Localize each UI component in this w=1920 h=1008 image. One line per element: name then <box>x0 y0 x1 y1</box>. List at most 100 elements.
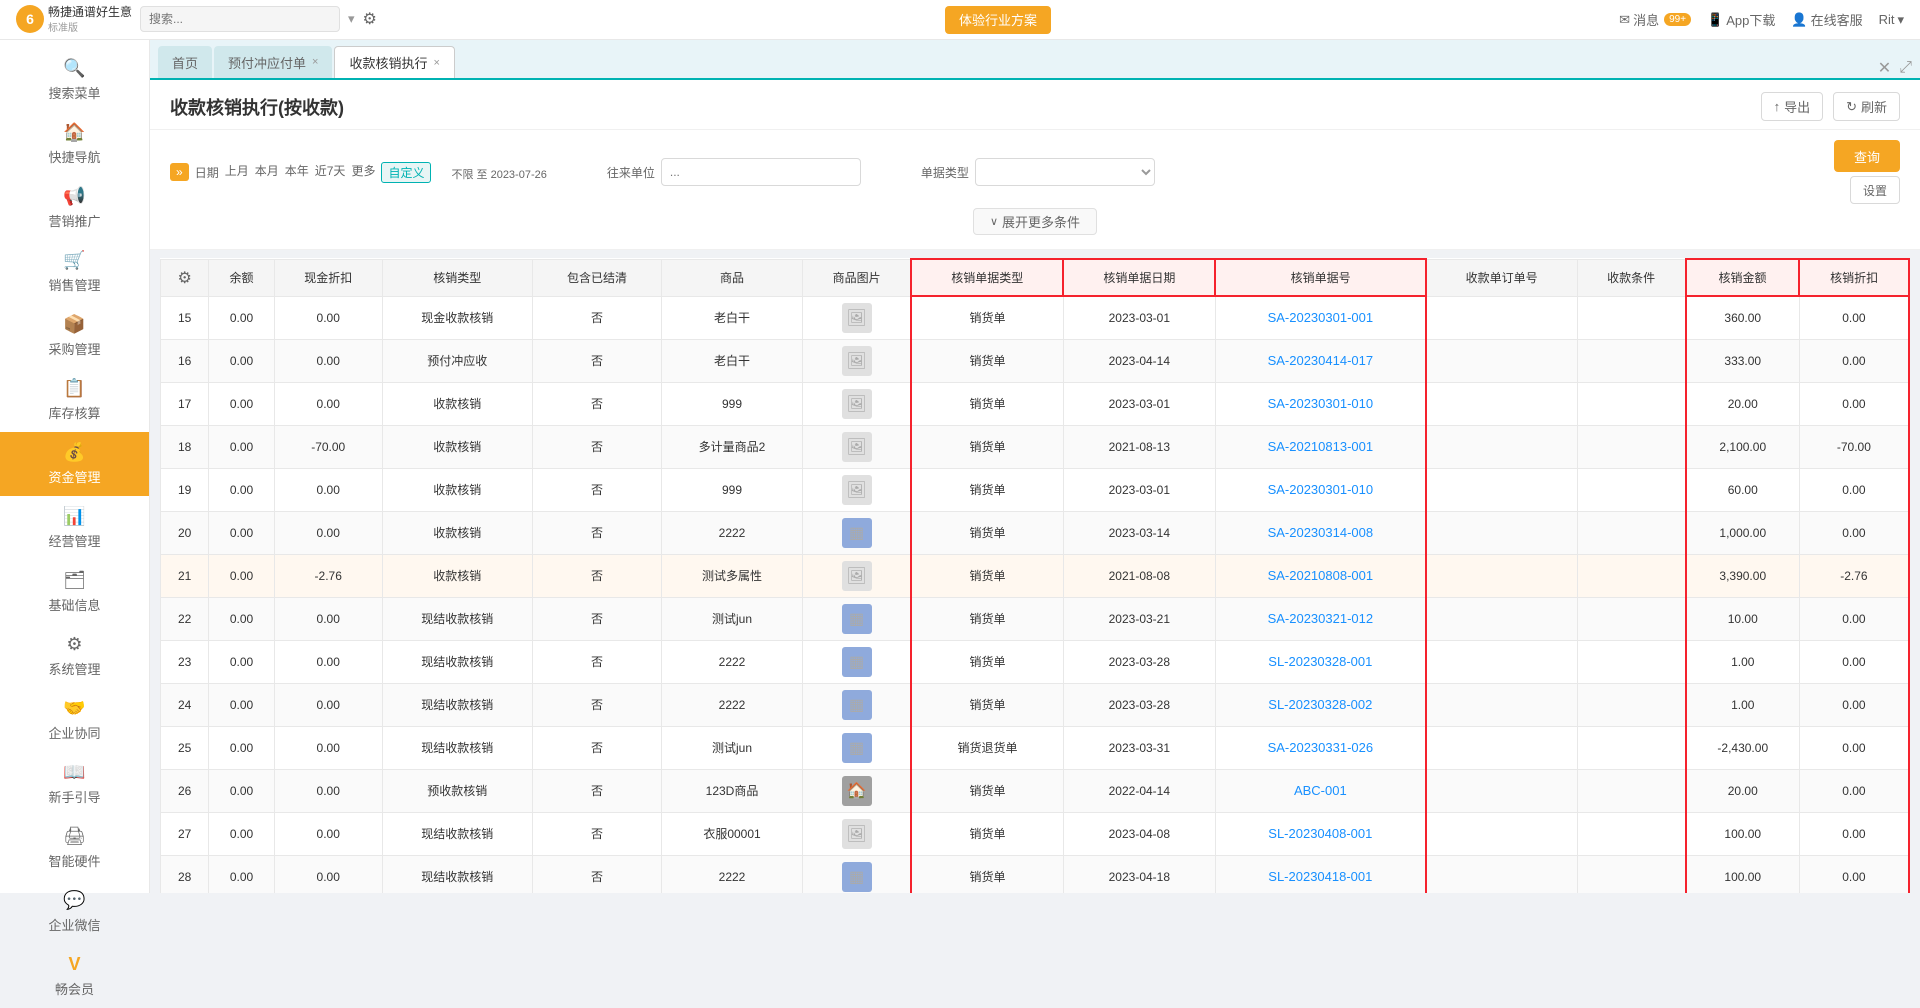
main-content: 首页 预付冲应付单 × 收款核销执行 × ✕ ⤢ 收款核销执行(按收款) ↑ 导… <box>150 40 1920 893</box>
query-btn[interactable]: 查询 <box>1834 140 1900 172</box>
tab-receipt-close[interactable]: × <box>433 57 439 69</box>
sidebar-item-marketing[interactable]: 📢 营销推广 <box>0 176 149 240</box>
cell-verify-amount: 10.00 <box>1686 597 1800 640</box>
sidebar-item-search[interactable]: 🔍 搜索菜单 <box>0 48 149 112</box>
gear-settings-btn[interactable]: ⚙ <box>178 268 192 288</box>
cell-receipt-order-no <box>1426 339 1577 382</box>
sidebar-item-collab[interactable]: 🤝 企业协同 <box>0 688 149 752</box>
table-row: 15 0.00 0.00 现金收款核销 否 老白干 🖼 销货单 2023-03-… <box>161 296 1910 339</box>
table-row: 20 0.00 0.00 收款核销 否 2222 ▦ 销货单 2023-03-1… <box>161 511 1910 554</box>
sidebar-item-base[interactable]: 🗂 基础信息 <box>0 560 149 624</box>
sidebar-item-member[interactable]: V 畅会员 <box>0 944 149 1008</box>
cell-goods-img: ▦ <box>802 640 911 683</box>
doc-no-link[interactable]: SA-20230301-010 <box>1268 482 1374 497</box>
dropdown-icon[interactable]: ▾ <box>348 11 355 27</box>
cell-no: 18 <box>161 425 209 468</box>
tab-prepay[interactable]: 预付冲应付单 × <box>214 46 332 78</box>
sidebar-item-finance[interactable]: 💰 资金管理 <box>0 432 149 496</box>
sidebar-item-inventory[interactable]: 📋 库存核算 <box>0 368 149 432</box>
cell-goods-img: ▦ <box>802 511 911 554</box>
date-custom[interactable]: 自定义 <box>381 162 431 183</box>
cell-receipt-cond <box>1577 339 1686 382</box>
doc-no-link[interactable]: SA-20230314-008 <box>1268 525 1374 540</box>
cell-verify-doc-type: 销货单 <box>911 812 1063 855</box>
home-icon: 🏠 <box>63 122 85 143</box>
top-bar-left: 6 畅捷通谱好生意 标准版 ▾ ⚙ <box>16 5 377 34</box>
refresh-btn[interactable]: ↻ 刷新 <box>1833 92 1900 121</box>
sidebar-item-smart-hw[interactable]: 🖨 智能硬件 <box>0 816 149 880</box>
cell-receipt-order-no <box>1426 296 1577 339</box>
filter-item-date: » 日期 上月 本月 本年 近7天 更多 自定义 <box>170 162 431 183</box>
cell-receipt-cond <box>1577 597 1686 640</box>
doc-no-link[interactable]: SA-20210808-001 <box>1268 568 1374 583</box>
settings-btn[interactable]: 设置 <box>1850 176 1900 204</box>
sidebar-item-ops[interactable]: 📊 经营管理 <box>0 496 149 560</box>
header-actions: ↑ 导出 ↻ 刷新 <box>1761 92 1900 121</box>
doc-no-link[interactable]: SL-20230328-002 <box>1268 697 1372 712</box>
cell-goods-img: 🖼 <box>802 812 911 855</box>
doc-no-link[interactable]: SA-20230414-017 <box>1268 353 1374 368</box>
sidebar-item-guide[interactable]: 📖 新手引导 <box>0 752 149 816</box>
date-this-month[interactable]: 本月 <box>255 162 279 183</box>
expand-row: ∨ 展开更多条件 <box>170 204 1900 239</box>
expand-conditions-btn[interactable]: ∨ 展开更多条件 <box>973 208 1097 235</box>
messages-btn[interactable]: ✉ 消息 99+ <box>1619 10 1691 29</box>
tab-expand-icon[interactable]: ⤢ <box>1899 59 1912 77</box>
date-7days[interactable]: 近7天 <box>315 162 346 183</box>
settings-icon[interactable]: ⚙ <box>363 9 377 29</box>
supplier-input[interactable] <box>661 158 861 186</box>
table-row: 26 0.00 0.00 预收款核销 否 123D商品 🏠 销货单 2022-0… <box>161 769 1910 812</box>
date-more[interactable]: 更多 <box>351 162 375 183</box>
tab-receipt[interactable]: 收款核销执行 × <box>334 46 454 78</box>
doc-no-link[interactable]: SL-20230418-001 <box>1268 869 1372 884</box>
page-title: 收款核销执行(按收款) <box>170 94 344 120</box>
doc-no-link[interactable]: SA-20210813-001 <box>1268 439 1374 454</box>
th-settings[interactable]: ⚙ <box>161 259 209 296</box>
sidebar-label-inventory: 库存核算 <box>48 403 100 422</box>
order-type-select[interactable] <box>975 158 1155 186</box>
app-download-btn[interactable]: 📱 App下载 <box>1707 10 1775 29</box>
date-this-year[interactable]: 本年 <box>285 162 309 183</box>
th-verify-doc-no: 核销单据号 <box>1215 259 1425 296</box>
sidebar-label-wechat: 企业微信 <box>48 915 100 934</box>
cell-verify-discount: 0.00 <box>1799 468 1909 511</box>
tab-prepay-close[interactable]: × <box>312 56 318 68</box>
cell-verify-doc-type: 销货单 <box>911 683 1063 726</box>
doc-no-link[interactable]: SL-20230408-001 <box>1268 826 1372 841</box>
cell-verify-type: 收款核销 <box>382 511 532 554</box>
cell-verify-discount: 0.00 <box>1799 640 1909 683</box>
search-input[interactable] <box>140 6 340 32</box>
tab-home[interactable]: 首页 <box>158 46 212 78</box>
doc-no-link[interactable]: SA-20230321-012 <box>1268 611 1374 626</box>
cell-verify-amount: 20.00 <box>1686 382 1800 425</box>
sidebar-item-quick-nav[interactable]: 🏠 快捷导航 <box>0 112 149 176</box>
filter-expand-btn[interactable]: » <box>170 163 189 181</box>
cell-verify-type: 收款核销 <box>382 468 532 511</box>
doc-no-link[interactable]: SA-20230301-001 <box>1268 310 1374 325</box>
doc-no-link[interactable]: ABC-001 <box>1294 783 1347 798</box>
date-last-month[interactable]: 上月 <box>225 162 249 183</box>
cell-balance: 0.00 <box>209 425 274 468</box>
doc-no-link[interactable]: SA-20230331-026 <box>1268 740 1374 755</box>
tab-close-window-icon[interactable]: ✕ <box>1878 58 1891 78</box>
user-menu[interactable]: Rit ▾ <box>1879 12 1904 28</box>
doc-no-link[interactable]: SL-20230328-001 <box>1268 654 1372 669</box>
cell-verify-amount: 333.00 <box>1686 339 1800 382</box>
sidebar-item-wechat[interactable]: 💬 企业微信 <box>0 880 149 944</box>
export-btn[interactable]: ↑ 导出 <box>1761 92 1824 121</box>
online-service-btn[interactable]: 👤 在线客服 <box>1791 10 1862 29</box>
date-range-text: 不限 至 2023-07-26 <box>451 166 546 182</box>
sidebar-item-purchase[interactable]: 📦 采购管理 <box>0 304 149 368</box>
cell-receipt-order-no <box>1426 597 1577 640</box>
cell-receipt-cond <box>1577 554 1686 597</box>
cell-goods: 123D商品 <box>662 769 803 812</box>
cell-cash-discount: 0.00 <box>274 812 382 855</box>
inventory-icon: 📋 <box>63 378 85 399</box>
industry-btn[interactable]: 体验行业方案 <box>945 6 1051 34</box>
cell-verify-doc-type: 销货单 <box>911 769 1063 812</box>
sidebar-item-sales[interactable]: 🛒 销售管理 <box>0 240 149 304</box>
cell-receipt-order-no <box>1426 812 1577 855</box>
export-label: 导出 <box>1784 97 1810 116</box>
sidebar-item-system[interactable]: ⚙ 系统管理 <box>0 624 149 688</box>
doc-no-link[interactable]: SA-20230301-010 <box>1268 396 1374 411</box>
